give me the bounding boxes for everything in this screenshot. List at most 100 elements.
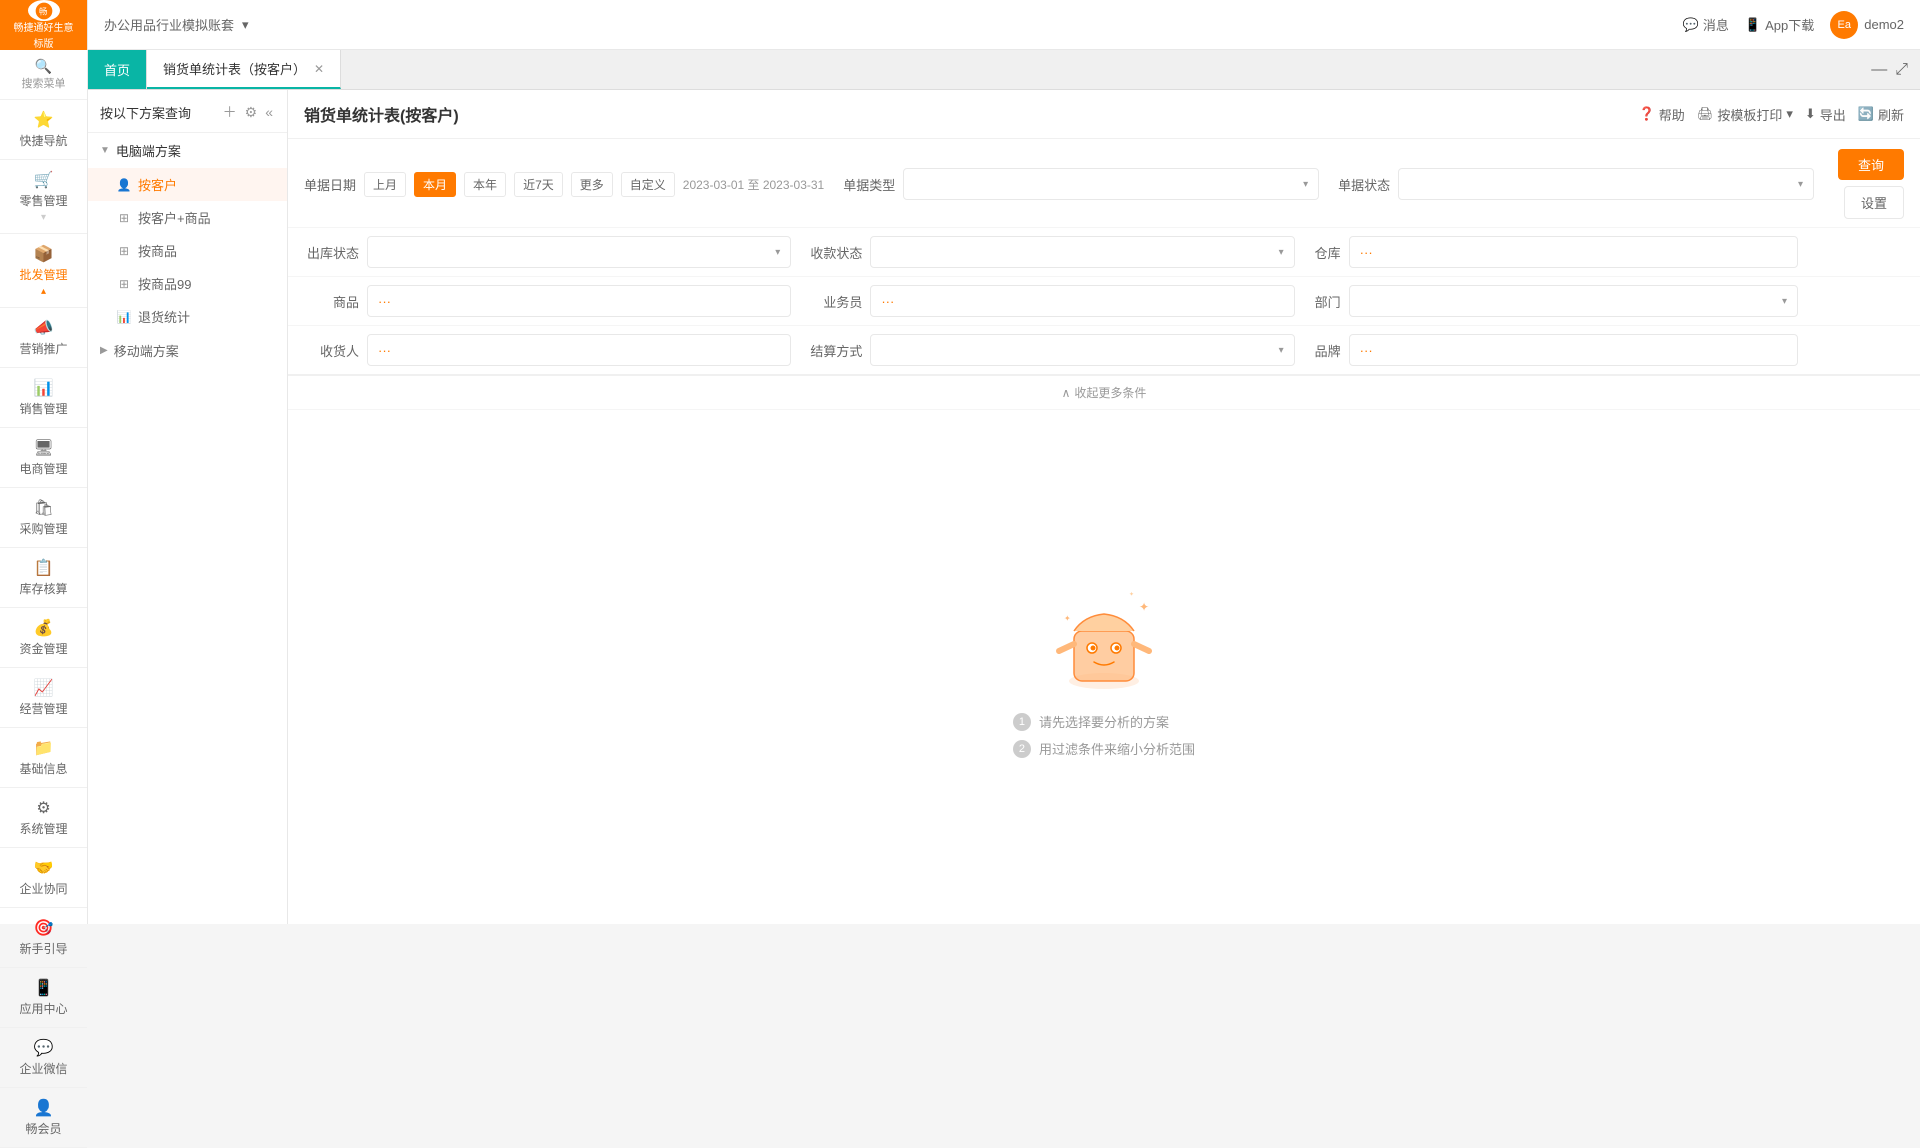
app-name-dropdown-icon[interactable]: ▾ [242, 17, 249, 33]
sidebar-item-marketing[interactable]: 📣 营销推广 [0, 308, 87, 368]
export-label: 导出 [1820, 105, 1846, 124]
sidebar-item-appcenter[interactable]: 📱 应用中心 [0, 968, 87, 1028]
sidebar-item-corpwechat[interactable]: 💬 企业微信 [0, 1028, 87, 1088]
date-btn-this-year[interactable]: 本年 [464, 172, 506, 197]
query-button[interactable]: 查询 [1838, 149, 1904, 180]
export-icon: ⬇ [1805, 106, 1816, 122]
sidebar-item-retail[interactable]: 🛒 零售管理 ▾ [0, 160, 87, 234]
scheme-item-by-goods-label: 按商品 [138, 241, 177, 260]
table3-icon: ⊞ [116, 276, 132, 292]
scheme-item-by-customer-label: 按客户 [138, 175, 177, 194]
date-btn-custom[interactable]: 自定义 [621, 172, 675, 197]
scheme-collapse-button[interactable]: « [263, 100, 275, 124]
sidebar-item-quick[interactable]: ⭐ 快捷导航 [0, 100, 87, 160]
filter-row-2: 出库状态 ▾ 收款状态 ▾ 仓库 [288, 228, 1920, 277]
chart-icon: 📊 [116, 309, 132, 325]
logo-text: 畅捷通好生意 [14, 23, 74, 35]
tabbar: 首页 销货单统计表（按客户） ✕ — ⤢ [88, 50, 1920, 90]
sidebar-item-ecommerce[interactable]: 🖥 电商管理 [0, 428, 87, 488]
tab-maximize-button[interactable]: ⤢ [1895, 61, 1908, 79]
empty-tip-1: 1 请先选择要分析的方案 [1013, 712, 1195, 731]
receiver-input[interactable]: ··· [367, 334, 791, 366]
refresh-action[interactable]: 🔄 刷新 [1858, 105, 1904, 124]
scheme-item-return-stats[interactable]: 📊 退货统计 [88, 300, 287, 333]
tab-home[interactable]: 首页 [88, 50, 147, 89]
sidebar-item-cooperation[interactable]: 🤝 企业协同 [0, 848, 87, 908]
scheme-group-desktop-header[interactable]: ▼ 电脑端方案 [88, 133, 287, 168]
date-range: 2023-03-01 至 2023-03-31 [683, 176, 824, 193]
svg-text:畅: 畅 [39, 6, 47, 16]
tab-actions: — ⤢ [1871, 61, 1920, 79]
bill-type-input[interactable]: ▾ [903, 168, 1319, 200]
scheme-item-by-goods[interactable]: ⊞ 按商品 [88, 234, 287, 267]
brand-input[interactable]: ··· [1349, 334, 1798, 366]
date-filter: 单据日期 上月 本月 本年 近7天 更多 自定义 2023-03-01 至 20… [304, 172, 824, 197]
user-name: demo2 [1864, 17, 1904, 32]
collect-status-input[interactable]: ▾ [870, 236, 1294, 268]
sidebar-item-finance[interactable]: 💰 资金管理 [0, 608, 87, 668]
user-info[interactable]: Ea demo2 [1830, 11, 1904, 39]
date-btn-last7days[interactable]: 近7天 [514, 172, 563, 197]
sidebar-item-wholesale[interactable]: 📦 批发管理 ▴ [0, 234, 87, 308]
bill-status-input[interactable]: ▾ [1398, 168, 1814, 200]
bill-status-dropdown-icon: ▾ [1798, 179, 1803, 190]
date-btn-last-month[interactable]: 上月 [364, 172, 406, 197]
message-label: 消息 [1703, 15, 1729, 34]
logo: 畅 畅捷通好生意 标版 [0, 0, 87, 50]
svg-text:✦: ✦ [1129, 591, 1134, 598]
scheme-item-return-stats-label: 退货统计 [138, 307, 190, 326]
sidebar-item-search[interactable]: 🔍 搜索菜单 [0, 50, 87, 100]
date-btn-more[interactable]: 更多 [571, 172, 613, 197]
goods-input[interactable]: ··· [367, 285, 791, 317]
department-input[interactable]: ▾ [1349, 285, 1798, 317]
close-icon[interactable]: ✕ [314, 62, 324, 76]
app-download-btn[interactable]: 📱 App下载 [1745, 15, 1814, 34]
export-action[interactable]: ⬇ 导出 [1805, 105, 1846, 124]
help-action[interactable]: ❓ 帮助 [1639, 105, 1685, 124]
scheme-panel-header: 按以下方案查询 ＋ ⚙ « [88, 90, 287, 133]
warehouse-input[interactable]: ··· [1349, 236, 1798, 268]
scheme-item-by-goods99[interactable]: ⊞ 按商品99 [88, 267, 287, 300]
warehouse-label: 仓库 [1311, 243, 1341, 262]
scheme-group-desktop-label: 电脑端方案 [116, 141, 181, 160]
tab-minimize-button[interactable]: — [1871, 61, 1887, 79]
date-btn-this-month[interactable]: 本月 [414, 172, 456, 197]
out-status-input[interactable]: ▾ [367, 236, 791, 268]
tab-home-label: 首页 [104, 60, 130, 79]
tab-sales-stats[interactable]: 销货单统计表（按客户） ✕ [147, 50, 341, 89]
bill-type-dropdown-icon: ▾ [1303, 179, 1308, 190]
brand-label: 品牌 [1311, 341, 1341, 360]
empty-tip-2: 2 用过滤条件来缩小分析范围 [1013, 739, 1195, 758]
collapse-bar[interactable]: ∧ 收起更多条件 [288, 375, 1920, 409]
message-icon: 💬 [1683, 17, 1699, 33]
sidebar-item-inventory[interactable]: 📋 库存核算 [0, 548, 87, 608]
print-dropdown-icon: ▾ [1786, 106, 1793, 122]
settings-button[interactable]: 设置 [1844, 186, 1904, 219]
scheme-item-by-customer-goods[interactable]: ⊞ 按客户+商品 [88, 201, 287, 234]
sidebar-item-system[interactable]: ⚙ 系统管理 [0, 788, 87, 848]
collect-status-label: 收款状态 [807, 243, 862, 262]
sidebar-item-member[interactable]: 👤 畅会员 [0, 1088, 87, 1148]
scheme-item-by-customer[interactable]: 👤 按客户 [88, 168, 287, 201]
sidebar-item-sales[interactable]: 📊 销售管理 [0, 368, 87, 428]
bill-type-filter: 单据类型 ▾ [840, 168, 1319, 200]
download-icon: 📱 [1745, 17, 1761, 33]
scheme-settings-button[interactable]: ⚙ [243, 100, 260, 124]
salesman-input[interactable]: ··· [870, 285, 1294, 317]
scheme-group-mobile-header[interactable]: ▶ 移动端方案 [88, 333, 287, 368]
avatar: Ea [1830, 11, 1858, 39]
tip-num-2: 2 [1013, 740, 1031, 758]
sidebar-item-basic[interactable]: 📁 基础信息 [0, 728, 87, 788]
out-status-label: 出库状态 [304, 243, 359, 262]
scheme-add-button[interactable]: ＋ [221, 100, 239, 124]
empty-illustration: ✦ ✦ ✦ [1044, 576, 1164, 696]
settlement-dropdown-icon: ▾ [1279, 345, 1284, 356]
template-print-action[interactable]: 🖨 按模板打印 ▾ [1697, 105, 1793, 124]
sidebar-item-operation[interactable]: 📈 经营管理 [0, 668, 87, 728]
sidebar-item-newguide[interactable]: 🎯 新手引导 [0, 908, 87, 968]
settlement-input[interactable]: ▾ [870, 334, 1294, 366]
goods-label: 商品 [304, 292, 359, 311]
sidebar-item-purchase[interactable]: 🛍 采购管理 [0, 488, 87, 548]
tab-sales-stats-label: 销货单统计表（按客户） [163, 59, 306, 78]
message-btn[interactable]: 💬 消息 [1683, 15, 1729, 34]
